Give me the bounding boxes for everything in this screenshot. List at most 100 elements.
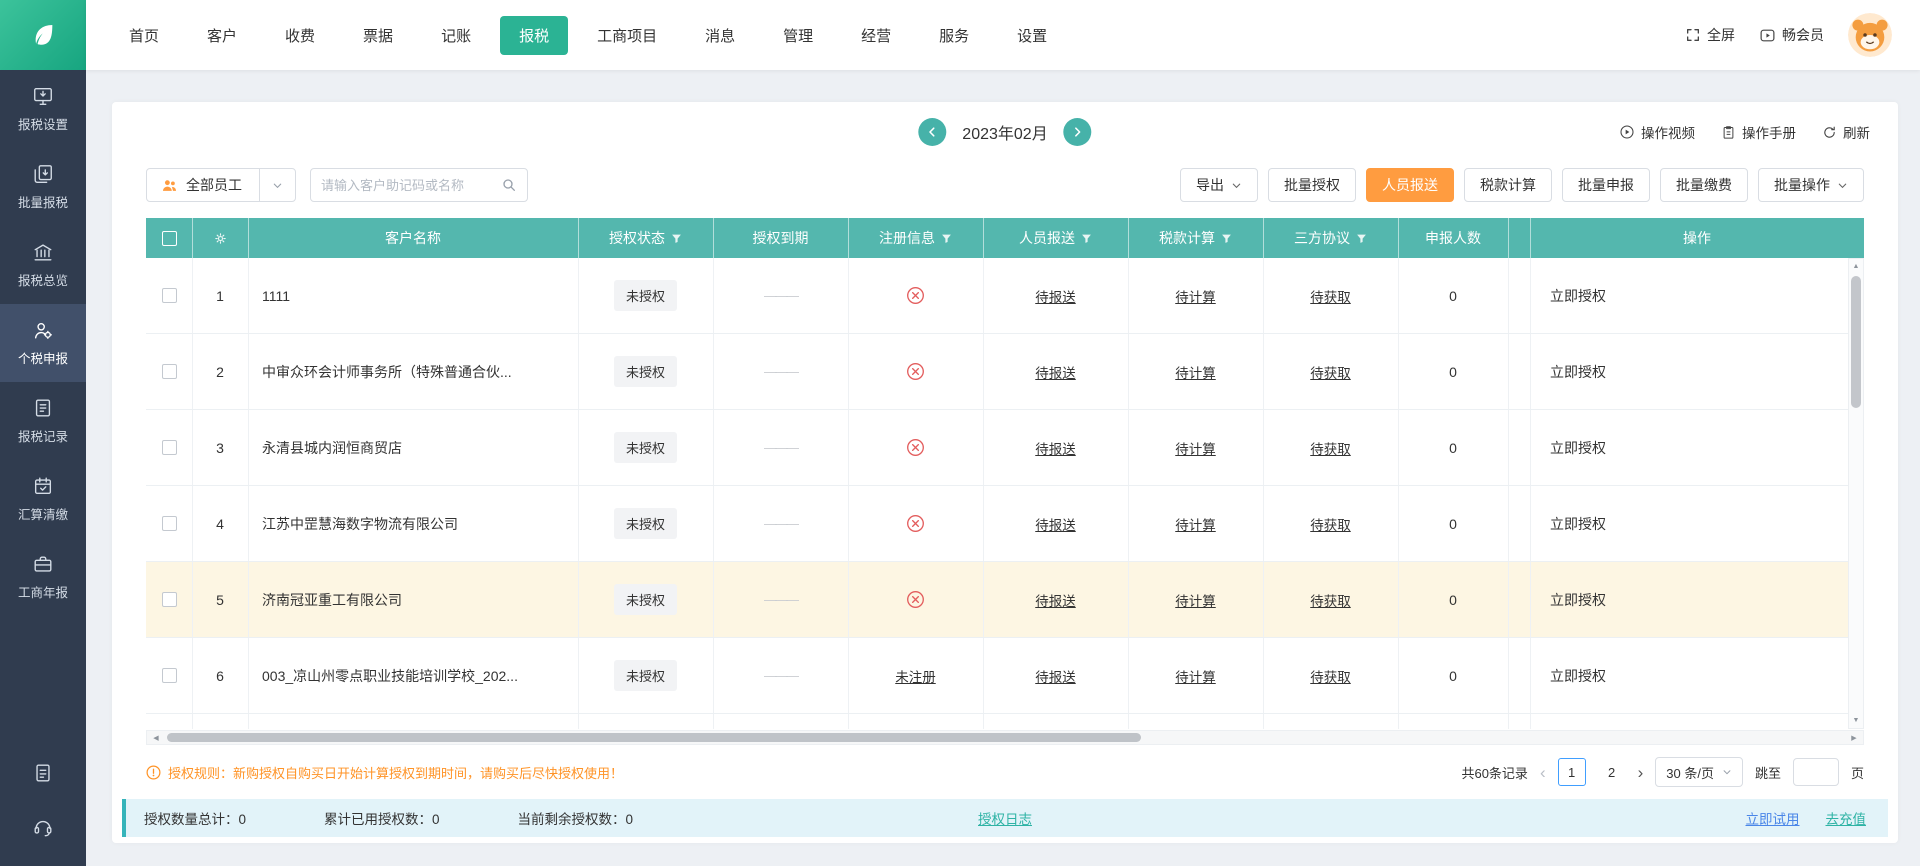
scroll-down-arrow[interactable]: ▼ <box>1849 713 1863 728</box>
scroll-up-arrow[interactable]: ▲ <box>1849 259 1863 274</box>
agreement-link[interactable]: 待获取 <box>1310 666 1351 686</box>
filter-icon[interactable] <box>1081 233 1092 244</box>
row-checkbox[interactable] <box>161 364 177 379</box>
gear-icon[interactable] <box>213 231 228 246</box>
row-select-cell[interactable] <box>146 638 192 713</box>
search-icon[interactable] <box>501 177 517 193</box>
menu-item-10[interactable]: 经营 <box>842 16 910 55</box>
trial-link[interactable]: 立即试用 <box>1746 808 1800 828</box>
menu-item-3[interactable]: 收费 <box>266 16 334 55</box>
tax-calc-link[interactable]: 待计算 <box>1175 666 1216 686</box>
sidebar-bottom-item-1[interactable] <box>0 750 86 796</box>
fullscreen-button[interactable]: 全屏 <box>1685 25 1735 45</box>
batch-authorize-button[interactable]: 批量授权 <box>1268 168 1356 202</box>
recharge-link[interactable]: 去充值 <box>1826 808 1867 828</box>
menu-item-6[interactable]: 报税 <box>500 15 569 55</box>
person-submit-link[interactable]: 待报送 <box>1035 666 1076 686</box>
page-number-2[interactable]: 2 <box>1598 758 1626 786</box>
scroll-right-arrow[interactable]: ▶ <box>1845 734 1863 742</box>
row-checkbox[interactable] <box>161 516 177 531</box>
row-select-cell[interactable] <box>146 258 192 333</box>
person-submit-link[interactable]: 待报送 <box>1035 514 1076 534</box>
next-month-button[interactable] <box>1063 118 1092 146</box>
filter-icon[interactable] <box>941 233 952 244</box>
table-row[interactable]: 3 永清县城内润恒商贸店 未授权 ——— 待报送 待计算 待获取 0 立即授权 <box>146 410 1848 486</box>
person-submit-button[interactable]: 人员报送 <box>1366 168 1454 202</box>
registration-error[interactable] <box>906 362 925 381</box>
person-submit-link[interactable]: 待报送 <box>1035 438 1076 458</box>
jump-page-input[interactable] <box>1792 758 1839 786</box>
menu-item-9[interactable]: 管理 <box>764 16 832 55</box>
menu-item-1[interactable]: 首页 <box>110 16 178 55</box>
authorize-now-link[interactable]: 立即授权 <box>1550 362 1606 382</box>
menu-item-12[interactable]: 设置 <box>998 16 1066 55</box>
authorize-now-link[interactable]: 立即授权 <box>1550 514 1606 534</box>
authorize-now-link[interactable]: 立即授权 <box>1550 666 1606 686</box>
batch-operation-button[interactable]: 批量操作 <box>1758 168 1864 202</box>
row-select-cell[interactable] <box>146 410 192 485</box>
row-checkbox[interactable] <box>161 592 177 607</box>
agreement-link[interactable]: 待获取 <box>1310 590 1351 610</box>
sidebar-item-5[interactable]: 报税记录 <box>0 382 86 460</box>
menu-item-11[interactable]: 服务 <box>920 16 988 55</box>
operation-manual-link[interactable]: 操作手册 <box>1721 122 1796 142</box>
page-size-select[interactable]: 30 条/页 <box>1655 757 1743 787</box>
user-avatar[interactable] <box>1848 13 1892 57</box>
employee-filter-arrow[interactable] <box>259 169 295 201</box>
sidebar-item-4[interactable]: 个税申报 <box>0 304 86 382</box>
app-logo[interactable] <box>0 0 86 70</box>
table-row[interactable]: 4 江苏中罡慧海数字物流有限公司 未授权 ——— 待报送 待计算 待获取 0 立即授权 <box>146 486 1848 562</box>
horizontal-scroll-thumb[interactable] <box>167 733 1142 742</box>
agreement-link[interactable]: 待获取 <box>1310 286 1351 306</box>
person-submit-link[interactable]: 待报送 <box>1035 590 1076 610</box>
row-checkbox[interactable] <box>161 288 177 303</box>
refresh-link[interactable]: 刷新 <box>1822 122 1870 142</box>
select-all-cell[interactable] <box>146 218 192 258</box>
scroll-left-arrow[interactable]: ◀ <box>147 734 165 742</box>
menu-item-7[interactable]: 工商项目 <box>578 16 676 55</box>
filter-icon[interactable] <box>1221 233 1232 244</box>
sidebar-item-7[interactable]: 工商年报 <box>0 538 86 616</box>
page-next-arrow[interactable]: › <box>1638 764 1644 781</box>
registration-link[interactable]: 未注册 <box>895 666 936 686</box>
row-checkbox[interactable] <box>161 668 177 683</box>
tax-calc-link[interactable]: 待计算 <box>1175 286 1216 306</box>
prev-month-button[interactable] <box>918 118 947 146</box>
customer-search-input[interactable] <box>321 177 501 193</box>
employee-filter-select[interactable]: 全部员工 <box>146 168 296 202</box>
batch-pay-button[interactable]: 批量缴费 <box>1660 168 1748 202</box>
filter-icon[interactable] <box>1356 233 1367 244</box>
row-select-cell[interactable] <box>146 486 192 561</box>
row-select-cell[interactable] <box>146 562 192 637</box>
vertical-scrollbar[interactable]: ▲ ▼ <box>1848 258 1864 729</box>
operation-video-link[interactable]: 操作视频 <box>1619 122 1695 142</box>
registration-error[interactable] <box>906 438 925 457</box>
table-row[interactable]: 6 003_凉山州零点职业技能培训学校_202... 未授权 ——— 未注册 待报送 待计算… <box>146 638 1848 714</box>
menu-item-5[interactable]: 记账 <box>422 16 490 55</box>
tax-calc-link[interactable]: 待计算 <box>1175 590 1216 610</box>
menu-item-2[interactable]: 客户 <box>188 16 256 55</box>
tax-calc-link[interactable]: 待计算 <box>1175 362 1216 382</box>
table-row[interactable]: 1 1111 未授权 ——— 待报送 待计算 待获取 0 立即授权 <box>146 258 1848 334</box>
authorize-now-link[interactable]: 立即授权 <box>1550 590 1606 610</box>
person-submit-link[interactable]: 待报送 <box>1035 286 1076 306</box>
table-settings-cell[interactable] <box>192 218 248 258</box>
registration-error[interactable] <box>906 590 925 609</box>
export-button[interactable]: 导出 <box>1180 168 1258 202</box>
page-prev-arrow[interactable]: ‹ <box>1540 764 1546 781</box>
agreement-link[interactable]: 待获取 <box>1310 514 1351 534</box>
auth-log-link[interactable]: 授权日志 <box>978 808 1032 828</box>
sidebar-item-3[interactable]: 报税总览 <box>0 226 86 304</box>
member-button[interactable]: 畅会员 <box>1759 25 1824 45</box>
horizontal-scrollbar[interactable]: ◀ ▶ <box>146 730 1864 745</box>
tax-calc-button[interactable]: 税款计算 <box>1464 168 1552 202</box>
table-row[interactable]: 5 济南冠亚重工有限公司 未授权 ——— 待报送 待计算 待获取 0 立即授权 <box>146 562 1848 638</box>
horizontal-scroll-track[interactable] <box>165 731 1845 744</box>
select-all-checkbox[interactable] <box>161 230 177 246</box>
authorize-now-link[interactable]: 立即授权 <box>1550 286 1606 306</box>
registration-error[interactable] <box>906 286 925 305</box>
sidebar-item-6[interactable]: 汇算清缴 <box>0 460 86 538</box>
vertical-scroll-thumb[interactable] <box>1851 276 1861 408</box>
row-checkbox[interactable] <box>161 440 177 455</box>
sidebar-bottom-item-2[interactable] <box>0 804 86 850</box>
